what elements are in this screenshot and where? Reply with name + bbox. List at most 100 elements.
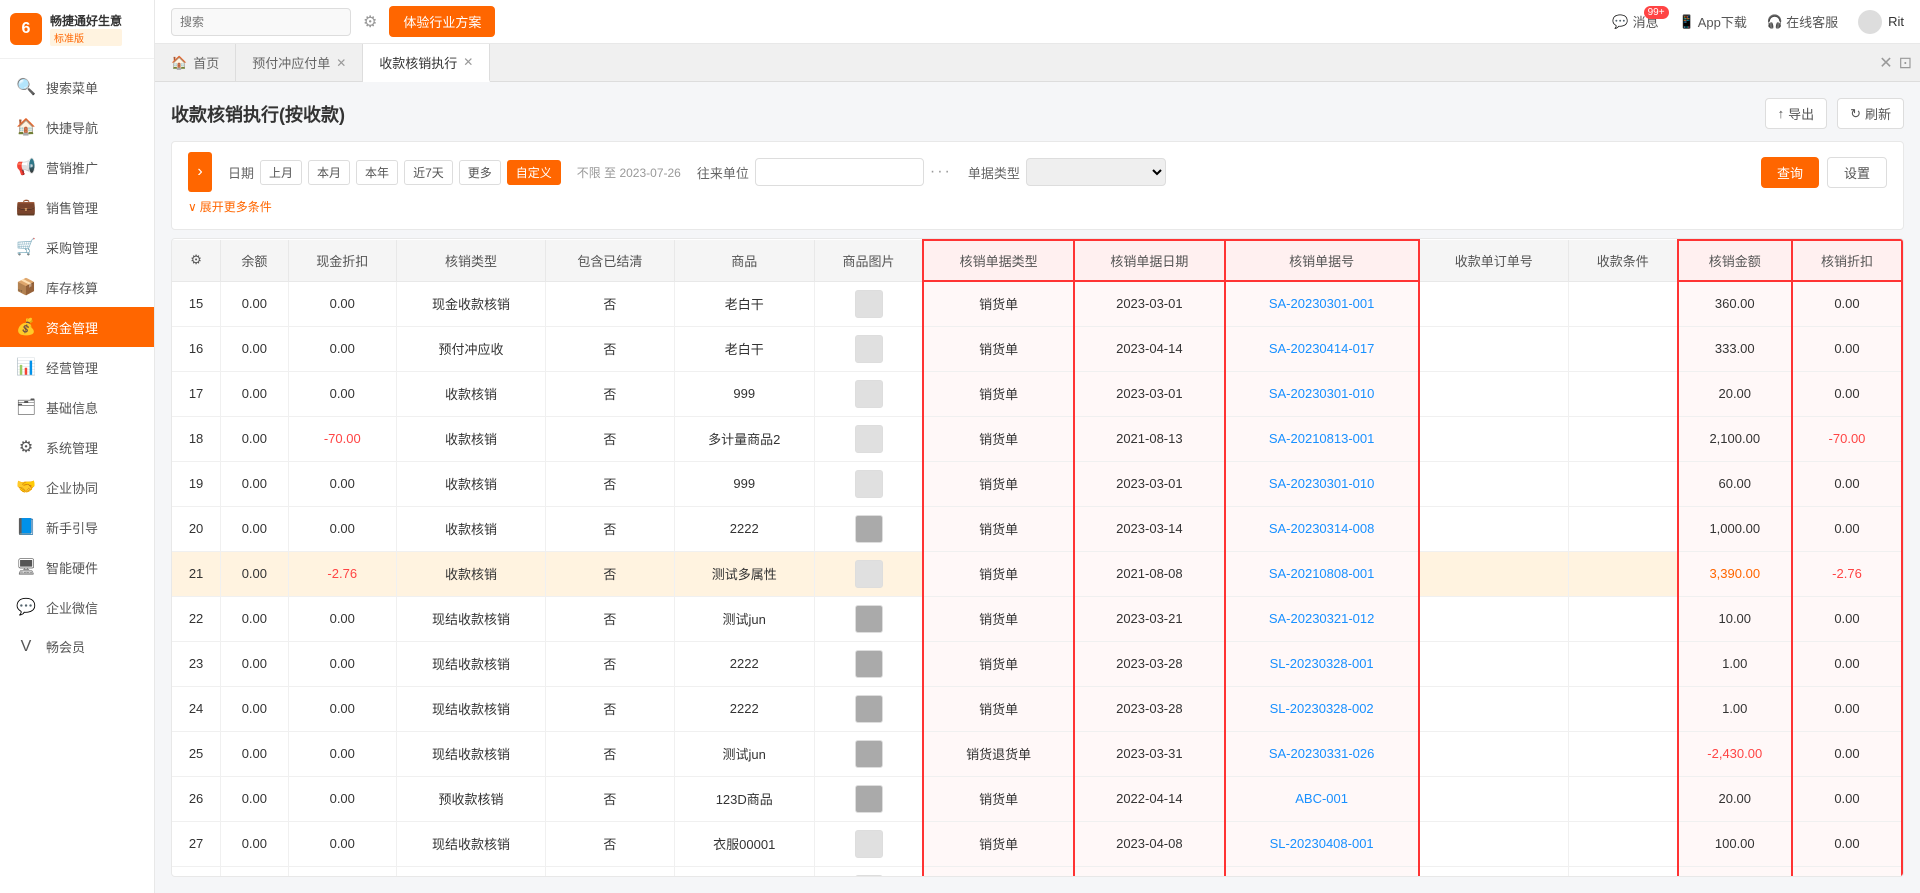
cell-cancel-discount: 0.00 — [1792, 371, 1902, 416]
cell-doc-no[interactable]: SA-20210813-001 — [1225, 416, 1419, 461]
app-download-btn[interactable]: 📱 App下载 — [1679, 12, 1747, 31]
date-this-month[interactable]: 本月 — [308, 160, 350, 185]
cell-include-settled: 否 — [546, 416, 675, 461]
doc-no-link[interactable]: SA-20210808-001 — [1269, 566, 1375, 581]
logo-text: 畅捷通好生意 标准版 — [50, 12, 122, 46]
sidebar-item-purchase[interactable]: 🛒 采购管理 — [0, 227, 154, 267]
tab-receipt-cancel-close[interactable]: ✕ — [463, 55, 473, 69]
cell-doc-no[interactable]: SL-20230408-001 — [1225, 821, 1419, 866]
doc-no-link[interactable]: SA-20230331-026 — [1269, 746, 1375, 761]
doc-no-link[interactable]: SL-20230328-001 — [1270, 656, 1374, 671]
cell-cash-discount: -70.00 — [288, 416, 396, 461]
doc-no-link[interactable]: ABC-001 — [1295, 791, 1348, 806]
product-thumbnail — [855, 425, 883, 453]
cell-receipt-order — [1419, 596, 1569, 641]
cell-product: 999 — [674, 461, 814, 506]
service-icon: 🎧 — [1767, 14, 1783, 30]
doc-no-link[interactable]: SA-20230301-001 — [1269, 296, 1375, 311]
voucher-type-select[interactable] — [1026, 158, 1166, 186]
sidebar-item-search-menu[interactable]: 🔍 搜索菜单 — [0, 67, 154, 107]
logo-icon: 6 — [10, 13, 42, 45]
setting-button[interactable]: 设置 — [1827, 157, 1887, 188]
expand-window-icon[interactable]: ⊡ — [1899, 53, 1912, 73]
doc-no-link[interactable]: SA-20230321-012 — [1269, 611, 1375, 626]
export-button[interactable]: ↑ 导出 — [1765, 98, 1828, 129]
refresh-button[interactable]: ↻ 刷新 — [1837, 98, 1904, 129]
doc-no-link[interactable]: SA-20210813-001 — [1269, 431, 1375, 446]
sidebar-item-finance[interactable]: 💰 资金管理 — [0, 307, 154, 347]
cell-doc-no[interactable]: SA-20230321-012 — [1225, 596, 1419, 641]
doc-no-link[interactable]: SA-20230301-010 — [1269, 386, 1375, 401]
table-header-row: ⚙ 余额 现金折扣 核销类型 包含已结清 商品 商品图片 核销单据类型 核销单据… — [172, 240, 1902, 281]
cell-doc-no[interactable]: SA-20230314-008 — [1225, 506, 1419, 551]
date-more[interactable]: 更多 — [459, 160, 501, 185]
cell-product-img — [814, 326, 923, 371]
nav-label-quick-nav: 快捷导航 — [46, 118, 98, 137]
cell-doc-no[interactable]: SA-20210808-001 — [1225, 551, 1419, 596]
date-7days[interactable]: 近7天 — [404, 160, 453, 185]
query-button[interactable]: 查询 — [1761, 157, 1819, 188]
cell-doc-no[interactable]: SL-20230328-001 — [1225, 641, 1419, 686]
th-cancel-type: 核销类型 — [396, 240, 545, 281]
date-custom[interactable]: 自定义 — [507, 160, 561, 185]
sidebar-item-sales[interactable]: 💼 销售管理 — [0, 187, 154, 227]
date-prev-month[interactable]: 上月 — [260, 160, 302, 185]
cell-doc-no[interactable]: SA-20230414-017 — [1225, 326, 1419, 371]
partner-dots[interactable]: ··· — [930, 163, 952, 181]
cell-doc-no[interactable]: SL-20230418-001 — [1225, 866, 1419, 877]
th-doc-type: 核销单据类型 — [923, 240, 1074, 281]
sidebar-item-system[interactable]: ⚙ 系统管理 — [0, 427, 154, 467]
th-balance: 余额 — [221, 240, 289, 281]
sidebar-item-newbie[interactable]: 📘 新手引导 — [0, 507, 154, 547]
cell-balance: 0.00 — [221, 506, 289, 551]
sidebar-item-smart-hw[interactable]: 🖥 智能硬件 — [0, 547, 154, 587]
cell-doc-no[interactable]: SL-20230328-002 — [1225, 686, 1419, 731]
tab-prepay[interactable]: 预付冲应付单 ✕ — [236, 44, 363, 81]
doc-no-link[interactable]: SA-20230414-017 — [1269, 341, 1375, 356]
doc-no-link[interactable]: SA-20230301-010 — [1269, 476, 1375, 491]
tab-home[interactable]: 🏠 首页 — [155, 44, 236, 81]
cell-doc-no[interactable]: SA-20230331-026 — [1225, 731, 1419, 776]
search-input[interactable] — [171, 8, 351, 36]
sidebar-item-marketing[interactable]: 📢 营销推广 — [0, 147, 154, 187]
industry-btn[interactable]: 体验行业方案 — [389, 6, 495, 37]
cell-cash-discount: 0.00 — [288, 596, 396, 641]
sidebar-item-quick-nav[interactable]: 🏠 快捷导航 — [0, 107, 154, 147]
table-row: 21 0.00 -2.76 收款核销 否 测试多属性 销货单 2021-08-0… — [172, 551, 1902, 596]
online-service-btn[interactable]: 🎧 在线客服 — [1767, 12, 1838, 31]
cell-receipt-order — [1419, 551, 1569, 596]
table-row: 19 0.00 0.00 收款核销 否 999 销货单 2023-03-01 S… — [172, 461, 1902, 506]
partner-input[interactable] — [762, 165, 917, 179]
cell-receipt-cond — [1568, 731, 1677, 776]
close-window-icon[interactable]: ✕ — [1879, 53, 1892, 73]
sidebar-item-enterprise[interactable]: 🤝 企业协同 — [0, 467, 154, 507]
cell-doc-no[interactable]: SA-20230301-001 — [1225, 281, 1419, 326]
gear-icon[interactable]: ⚙ — [363, 12, 377, 32]
sidebar-item-operations[interactable]: 📊 经营管理 — [0, 347, 154, 387]
user-area[interactable]: Rit — [1858, 10, 1904, 34]
expand-more-btn[interactable]: ∨ 展开更多条件 — [188, 198, 272, 215]
tab-receipt-cancel[interactable]: 收款核销执行 ✕ — [363, 44, 490, 82]
th-product-img: 商品图片 — [814, 240, 923, 281]
collapse-filter-btn[interactable]: › — [188, 152, 212, 192]
cell-receipt-cond — [1568, 686, 1677, 731]
cell-product-img — [814, 776, 923, 821]
sidebar-item-basic-info[interactable]: 🗂 基础信息 — [0, 387, 154, 427]
message-btn[interactable]: 💬 消息 99+ — [1612, 12, 1658, 31]
sidebar-item-vip[interactable]: V 畅会员 — [0, 627, 154, 666]
date-this-year[interactable]: 本年 — [356, 160, 398, 185]
doc-no-link[interactable]: SL-20230408-001 — [1270, 836, 1374, 851]
th-settings[interactable]: ⚙ — [172, 240, 221, 281]
cell-doc-no[interactable]: SA-20230301-010 — [1225, 371, 1419, 416]
sidebar-item-wechat[interactable]: 💬 企业微信 — [0, 587, 154, 627]
cell-doc-date: 2023-03-01 — [1074, 371, 1225, 416]
doc-no-link[interactable]: SA-20230314-008 — [1269, 521, 1375, 536]
table-row: 25 0.00 0.00 现结收款核销 否 测试jun 销货退货单 2023-0… — [172, 731, 1902, 776]
table-row: 24 0.00 0.00 现结收款核销 否 2222 销货单 2023-03-2… — [172, 686, 1902, 731]
tab-prepay-close[interactable]: ✕ — [336, 56, 346, 70]
sidebar-item-inventory[interactable]: 📦 库存核算 — [0, 267, 154, 307]
cell-doc-no[interactable]: ABC-001 — [1225, 776, 1419, 821]
cell-doc-no[interactable]: SA-20230301-010 — [1225, 461, 1419, 506]
partner-search[interactable] — [755, 158, 924, 186]
doc-no-link[interactable]: SL-20230328-002 — [1270, 701, 1374, 716]
